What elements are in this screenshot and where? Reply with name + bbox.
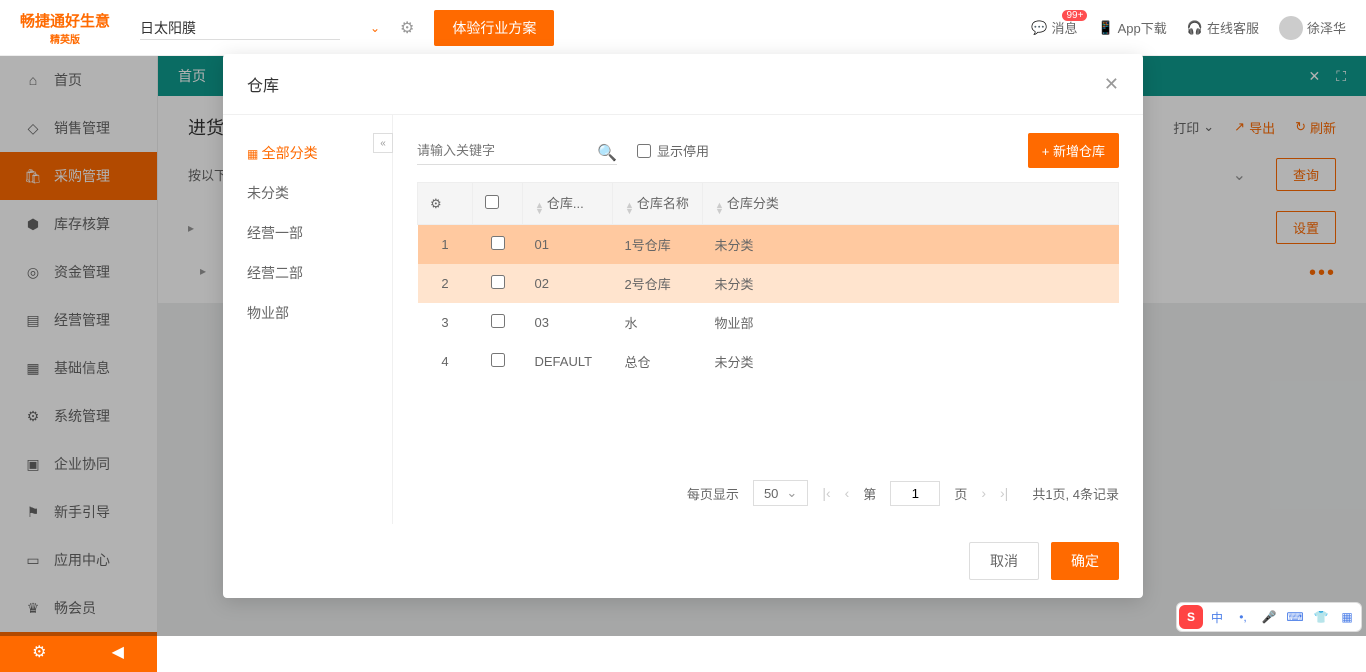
table-row[interactable]: 3 03 水 物业部 [418, 303, 1119, 342]
table-header-row: ⚙ ▲▼仓库... ▲▼仓库名称 ▲▼仓库分类 [418, 183, 1119, 225]
message-icon: 💬 [1031, 20, 1047, 36]
sort-icon: ▲▼ [715, 202, 724, 214]
ime-keyboard-icon[interactable]: ⌨ [1283, 605, 1307, 629]
sidebar-collapse-button[interactable]: ◀ [79, 632, 158, 672]
show-disabled-checkbox[interactable]: 显示停用 [637, 141, 709, 160]
column-settings[interactable]: ⚙ [418, 183, 473, 225]
row-index: 2 [418, 264, 473, 303]
gear-icon[interactable]: ⚙ [400, 18, 414, 38]
search-input-wrapper: 🔍 [417, 137, 617, 165]
row-checkbox[interactable] [491, 353, 505, 367]
new-warehouse-button[interactable]: + 新增仓库 [1028, 133, 1119, 168]
row-name: 水 [613, 303, 703, 342]
search-icon[interactable]: 🔍 [597, 143, 617, 163]
messages-badge: 99+ [1062, 10, 1087, 21]
row-code: 02 [523, 264, 613, 303]
table-row[interactable]: 4 DEFAULT 总仓 未分类 [418, 342, 1119, 381]
avatar-icon [1279, 16, 1303, 40]
first-page-icon[interactable]: |‹ [822, 485, 830, 501]
logo-subtitle: 精英版 [50, 31, 80, 46]
chevron-down-icon: ⌄ [786, 485, 797, 501]
pagination: 每页显示 50 ⌄ |‹ ‹ 第 页 › ›| 共1页, 4条记录 [417, 460, 1119, 506]
app-download-label: App下载 [1118, 18, 1167, 37]
top-header: 畅捷通好生意 精英版 日太阳膜 ⌄ ⚙ 体验行业方案 💬 消息 99+ 📱 Ap… [0, 0, 1366, 56]
username: 徐泽华 [1307, 18, 1346, 37]
shop-selector[interactable]: 日太阳膜 ⌄ [140, 18, 380, 38]
collapse-icon: ◀ [112, 644, 124, 661]
row-category: 未分类 [703, 225, 1119, 265]
ime-sogou-icon[interactable]: S [1179, 605, 1203, 629]
user-menu[interactable]: 徐泽华 [1279, 16, 1346, 40]
phone-icon: 📱 [1097, 20, 1113, 36]
prev-page-icon[interactable]: ‹ [845, 485, 850, 501]
ime-toolbar: S 中 •, 🎤 ⌨ 👕 ▦ [1176, 602, 1362, 632]
logo[interactable]: 畅捷通好生意 精英版 [20, 10, 110, 46]
headset-icon: 🎧 [1187, 20, 1203, 36]
shop-name: 日太阳膜 [140, 18, 196, 38]
online-service-link[interactable]: 🎧 在线客服 [1187, 18, 1259, 37]
ime-voice-icon[interactable]: 🎤 [1257, 605, 1281, 629]
category-all[interactable]: 全部分类 [223, 133, 392, 173]
category-item[interactable]: 物业部 [223, 293, 392, 333]
show-disabled-label: 显示停用 [657, 141, 709, 160]
row-checkbox[interactable] [491, 236, 505, 250]
warehouse-modal: 仓库 ✕ « 全部分类 未分类 经营一部 经营二部 物业部 🔍 显示停用 + 新… [223, 54, 1143, 598]
page-input[interactable] [890, 481, 940, 506]
category-item[interactable]: 经营二部 [223, 253, 392, 293]
row-code: DEFAULT [523, 342, 613, 381]
row-code: 01 [523, 225, 613, 265]
table-row[interactable]: 2 02 2号仓库 未分类 [418, 264, 1119, 303]
ime-toolbox-icon[interactable]: ▦ [1335, 605, 1359, 629]
gear-icon: ⚙ [32, 644, 46, 661]
row-name: 总仓 [613, 342, 703, 381]
row-name: 2号仓库 [613, 264, 703, 303]
per-page-select[interactable]: 50 ⌄ [753, 480, 808, 506]
row-code: 03 [523, 303, 613, 342]
column-category[interactable]: ▲▼仓库分类 [703, 183, 1119, 225]
logo-text: 畅捷通好生意 [20, 10, 110, 31]
sidebar-settings-button[interactable]: ⚙ [0, 632, 79, 672]
sort-icon: ▲▼ [625, 202, 634, 214]
modal-category-sidebar: « 全部分类 未分类 经营一部 经营二部 物业部 [223, 115, 393, 524]
per-page-label: 每页显示 [687, 484, 739, 503]
row-index: 3 [418, 303, 473, 342]
ime-lang-button[interactable]: 中 [1205, 605, 1229, 629]
messages-link[interactable]: 💬 消息 99+ [1031, 18, 1077, 37]
row-index: 1 [418, 225, 473, 265]
category-item[interactable]: 经营一部 [223, 213, 392, 253]
row-index: 4 [418, 342, 473, 381]
ime-skin-icon[interactable]: 👕 [1309, 605, 1333, 629]
row-checkbox[interactable] [491, 314, 505, 328]
select-all-checkbox[interactable] [485, 195, 499, 209]
warehouse-table: ⚙ ▲▼仓库... ▲▼仓库名称 ▲▼仓库分类 1 01 1号仓库 未分类 2 … [417, 182, 1119, 381]
cancel-button[interactable]: 取消 [969, 542, 1039, 580]
row-checkbox[interactable] [491, 275, 505, 289]
search-input[interactable] [417, 137, 617, 164]
table-row[interactable]: 1 01 1号仓库 未分类 [418, 225, 1119, 265]
category-item[interactable]: 未分类 [223, 173, 392, 213]
column-name[interactable]: ▲▼仓库名称 [613, 183, 703, 225]
modal-title: 仓库 [247, 72, 279, 96]
chevron-down-icon: ⌄ [370, 21, 380, 35]
last-page-icon[interactable]: ›| [1000, 485, 1008, 501]
checkbox[interactable] [637, 144, 651, 158]
close-icon[interactable]: ✕ [1104, 74, 1119, 95]
row-category: 未分类 [703, 342, 1119, 381]
row-category: 未分类 [703, 264, 1119, 303]
sidebar-collapse-button[interactable]: « [373, 133, 393, 153]
column-code[interactable]: ▲▼仓库... [523, 183, 613, 225]
ime-punct-button[interactable]: •, [1231, 605, 1255, 629]
page-prefix: 第 [863, 484, 876, 503]
cta-button[interactable]: 体验行业方案 [434, 10, 554, 46]
row-name: 1号仓库 [613, 225, 703, 265]
pagination-summary: 共1页, 4条记录 [1032, 484, 1119, 503]
app-download-link[interactable]: 📱 App下载 [1097, 18, 1166, 37]
next-page-icon[interactable]: › [981, 485, 986, 501]
confirm-button[interactable]: 确定 [1051, 542, 1119, 580]
page-suffix: 页 [954, 484, 967, 503]
online-service-label: 在线客服 [1207, 18, 1259, 37]
row-category: 物业部 [703, 303, 1119, 342]
sort-icon: ▲▼ [535, 202, 544, 214]
